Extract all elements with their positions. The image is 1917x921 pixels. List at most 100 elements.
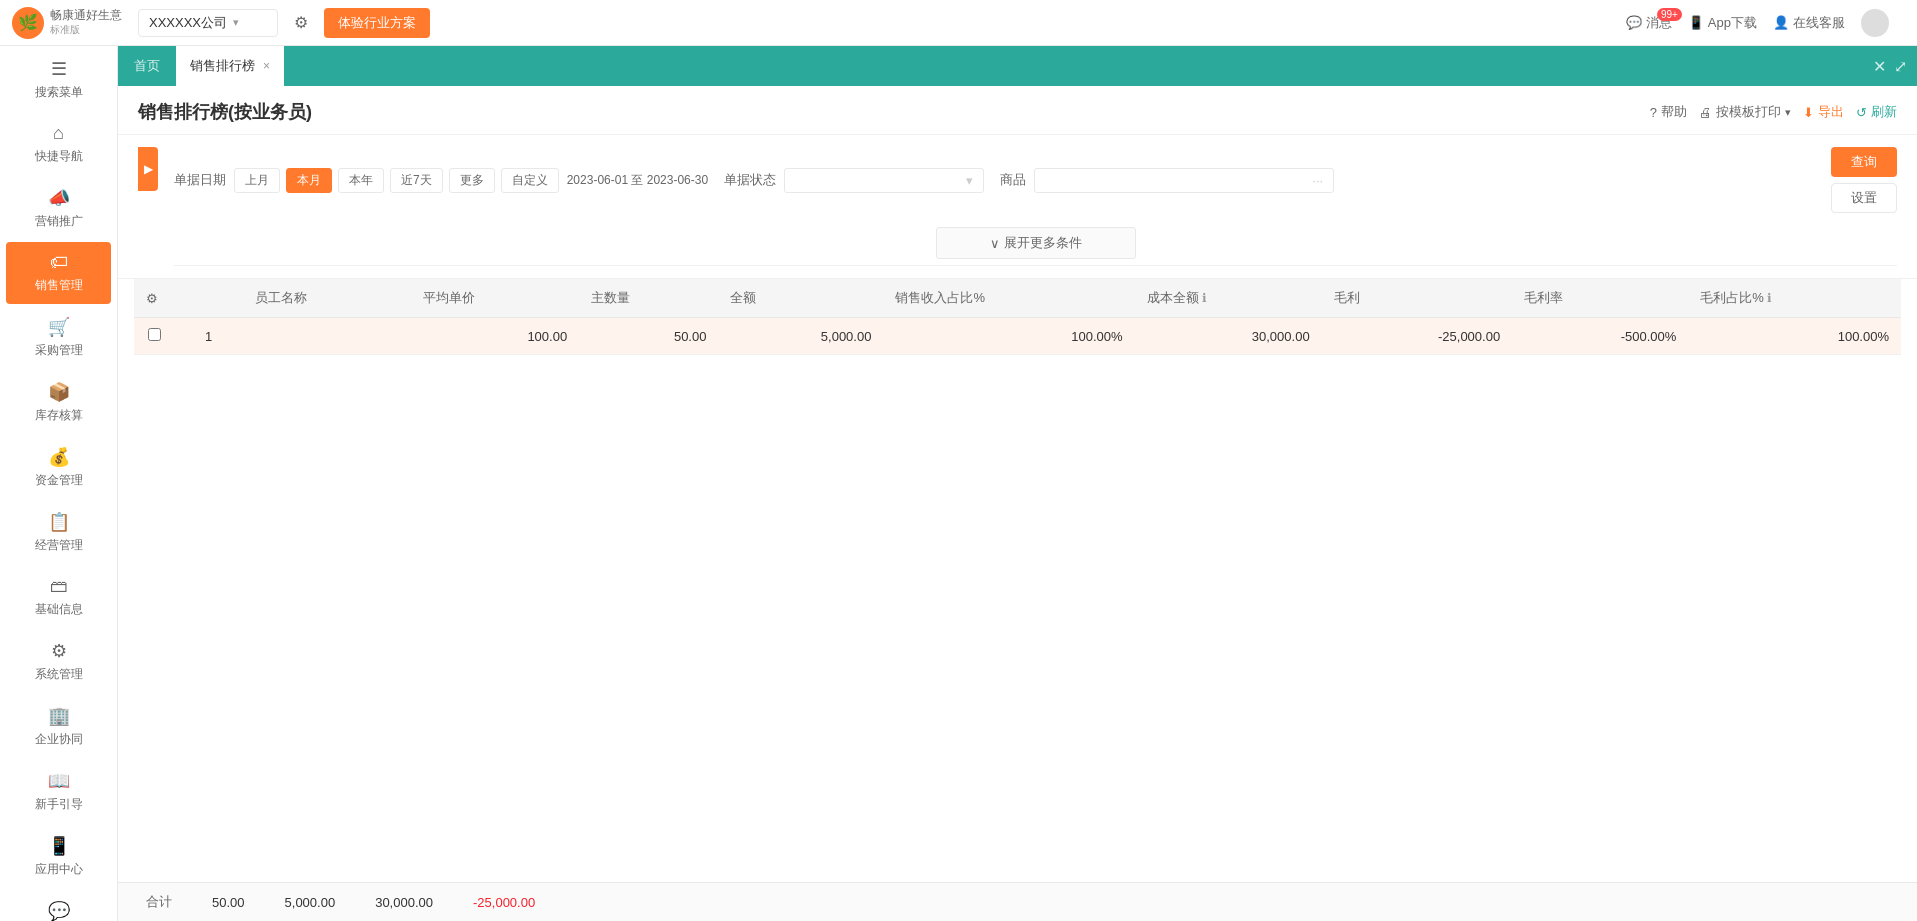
table-body: 1 100.00 50.00 5,000.00 100.00% 30,000.0… (134, 318, 1901, 355)
refresh-icon: ↺ (1856, 105, 1867, 120)
td-cost-0: 30,000.00 (1135, 318, 1322, 355)
sidebar-item-label-marketing: 营销推广 (35, 213, 83, 230)
enterprise-icon: 🏢 (48, 705, 70, 727)
td-profit-rate-0: -500.00% (1512, 318, 1688, 355)
sidebar-items: ☰ 搜索菜单 ⌂ 快捷导航 📣 营销推广 🏷 销售管理 🛒 采购管理 📦 库存核… (0, 46, 117, 921)
table-header-row: ⚙ 员工名称 平均单价 主数量 全额 销售收入占比% 成本全额 ℹ 毛利 毛利率… (134, 279, 1901, 318)
message-button[interactable]: 💬 消息 99+ (1626, 14, 1672, 32)
footer-amount-item: 5,000.00 (285, 895, 336, 910)
row-checkbox-0[interactable] (148, 328, 161, 341)
th-cost: 成本全额 ℹ (1135, 279, 1322, 318)
message-badge: 99+ (1657, 8, 1682, 21)
th-settings[interactable]: ⚙ (134, 279, 174, 318)
th-name: 员工名称 (243, 279, 411, 318)
sidebar-item-purchase[interactable]: 🛒 采购管理 (6, 306, 111, 369)
tab-close-icon[interactable]: × (263, 59, 270, 73)
th-profit-pct: 毛利占比% ℹ (1688, 279, 1901, 318)
footer-total-label: 合计 (146, 893, 172, 911)
trial-button[interactable]: 体验行业方案 (324, 8, 430, 38)
table-settings-button[interactable]: 设置 (1831, 183, 1897, 213)
sidebar-item-label-operation: 经营管理 (35, 537, 83, 554)
td-checkbox-0[interactable] (134, 318, 174, 355)
filter-area: ▶ 单据日期 上月 本月 本年 近7天 更多 自定义 (118, 135, 1917, 279)
online-service-button[interactable]: 👤 在线客服 (1773, 14, 1845, 32)
cost-info-icon[interactable]: ℹ (1202, 291, 1207, 305)
top-right-actions: 💬 消息 99+ 📱 App下载 👤 在线客服 (1626, 9, 1905, 37)
operation-icon: 📋 (48, 511, 70, 533)
company-selector[interactable]: XXXXXX公司 ▾ (138, 9, 278, 37)
th-avg-price: 平均单价 (411, 279, 579, 318)
wechat-icon: 💬 (48, 900, 70, 921)
date-btn-prev-month[interactable]: 上月 (234, 168, 280, 193)
sidebar-item-enterprise[interactable]: 🏢 企业协同 (6, 695, 111, 758)
chevron-down-icon: ▾ (233, 16, 239, 29)
help-icon: ? (1650, 105, 1657, 120)
date-filter-buttons: 上月 本月 本年 近7天 更多 自定义 (234, 168, 559, 193)
refresh-button[interactable]: ↺ 刷新 (1856, 103, 1897, 121)
sidebar-item-wechat[interactable]: 💬 企业微信 (6, 890, 111, 921)
logo-area: 🌿 畅康通好生意 标准版 (12, 7, 130, 39)
th-rank (174, 279, 243, 318)
help-button[interactable]: ? 帮助 (1650, 103, 1687, 121)
data-table: ⚙ 员工名称 平均单价 主数量 全额 销售收入占比% 成本全额 ℹ 毛利 毛利率… (134, 279, 1901, 355)
date-btn-7days[interactable]: 近7天 (390, 168, 443, 193)
company-settings-icon[interactable]: ⚙ (286, 8, 316, 38)
tab-close-button[interactable]: ✕ (1873, 57, 1886, 76)
status-filter-select[interactable]: ▾ (784, 168, 984, 193)
export-icon: ⬇ (1803, 105, 1814, 120)
export-button[interactable]: ⬇ 导出 (1803, 103, 1844, 121)
sidebar-item-marketing[interactable]: 📣 营销推广 (6, 177, 111, 240)
print-icon: 🖨 (1699, 105, 1712, 120)
footer-quantity-item: 50.00 (212, 895, 245, 910)
td-name-0 (243, 318, 411, 355)
date-btn-current-year[interactable]: 本年 (338, 168, 384, 193)
home-tab[interactable]: 首页 (118, 46, 176, 86)
sidebar-item-label-purchase: 采购管理 (35, 342, 83, 359)
system-icon: ⚙ (51, 640, 67, 662)
filter-collapse-arrow[interactable]: ▶ (138, 147, 158, 191)
sidebar-item-shortcut[interactable]: ⌂ 快捷导航 (6, 113, 111, 175)
header-actions: ? 帮助 🖨 按模板打印 ▾ ⬇ 导出 ↺ 刷新 (1650, 103, 1897, 121)
th-quantity: 主数量 (579, 279, 718, 318)
sidebar-item-operation[interactable]: 📋 经营管理 (6, 501, 111, 564)
date-btn-current-month[interactable]: 本月 (286, 168, 332, 193)
print-button[interactable]: 🖨 按模板打印 ▾ (1699, 103, 1791, 121)
sidebar: ☰ 搜索菜单 ⌂ 快捷导航 📣 营销推广 🏷 销售管理 🛒 采购管理 📦 库存核… (0, 46, 118, 921)
goods-filter-item: 商品 ··· (1000, 168, 1334, 193)
refresh-label: 刷新 (1871, 103, 1897, 121)
app-download-button[interactable]: 📱 App下载 (1688, 14, 1757, 32)
query-button[interactable]: 查询 (1831, 147, 1897, 177)
date-btn-custom[interactable]: 自定义 (501, 168, 559, 193)
sidebar-item-search[interactable]: ☰ 搜索菜单 (6, 48, 111, 111)
sidebar-item-sales[interactable]: 🏷 销售管理 (6, 242, 111, 304)
search-icon: ☰ (51, 58, 67, 80)
active-tab[interactable]: 销售排行榜 × (176, 46, 284, 86)
sidebar-item-label-sales: 销售管理 (35, 277, 83, 294)
avatar[interactable] (1861, 9, 1889, 37)
sidebar-item-label-finance: 资金管理 (35, 472, 83, 489)
tab-maximize-icon[interactable]: ⤢ (1894, 57, 1907, 76)
sidebar-item-basic[interactable]: 🗃 基础信息 (6, 566, 111, 628)
expand-more-button[interactable]: ∨ 展开更多条件 (936, 227, 1136, 259)
goods-filter-select[interactable]: ··· (1034, 168, 1334, 193)
sidebar-item-apps[interactable]: 📱 应用中心 (6, 825, 111, 888)
inventory-icon: 📦 (48, 381, 70, 403)
expand-chevron-icon: ∨ (990, 236, 1000, 251)
date-btn-more[interactable]: 更多 (449, 168, 495, 193)
sidebar-item-inventory[interactable]: 📦 库存核算 (6, 371, 111, 434)
expand-more-label: 展开更多条件 (1004, 234, 1082, 252)
marketing-icon: 📣 (48, 187, 70, 209)
td-quantity-0: 50.00 (579, 318, 718, 355)
sidebar-item-guide[interactable]: 📖 新手引导 (6, 760, 111, 823)
sidebar-item-label-shortcut: 快捷导航 (35, 148, 83, 165)
sidebar-item-finance[interactable]: 💰 资金管理 (6, 436, 111, 499)
profit-pct-info-icon[interactable]: ℹ (1767, 291, 1772, 305)
service-icon: 👤 (1773, 15, 1789, 30)
td-sales-pct-0: 100.00% (883, 318, 1134, 355)
td-profit-pct-0: 100.00% (1688, 318, 1901, 355)
th-amount: 全额 (718, 279, 883, 318)
basic-icon: 🗃 (50, 576, 68, 597)
goods-dots-icon: ··· (1312, 173, 1323, 188)
tab-bar: 首页 销售排行榜 × ✕ ⤢ (118, 46, 1917, 86)
sidebar-item-system[interactable]: ⚙ 系统管理 (6, 630, 111, 693)
